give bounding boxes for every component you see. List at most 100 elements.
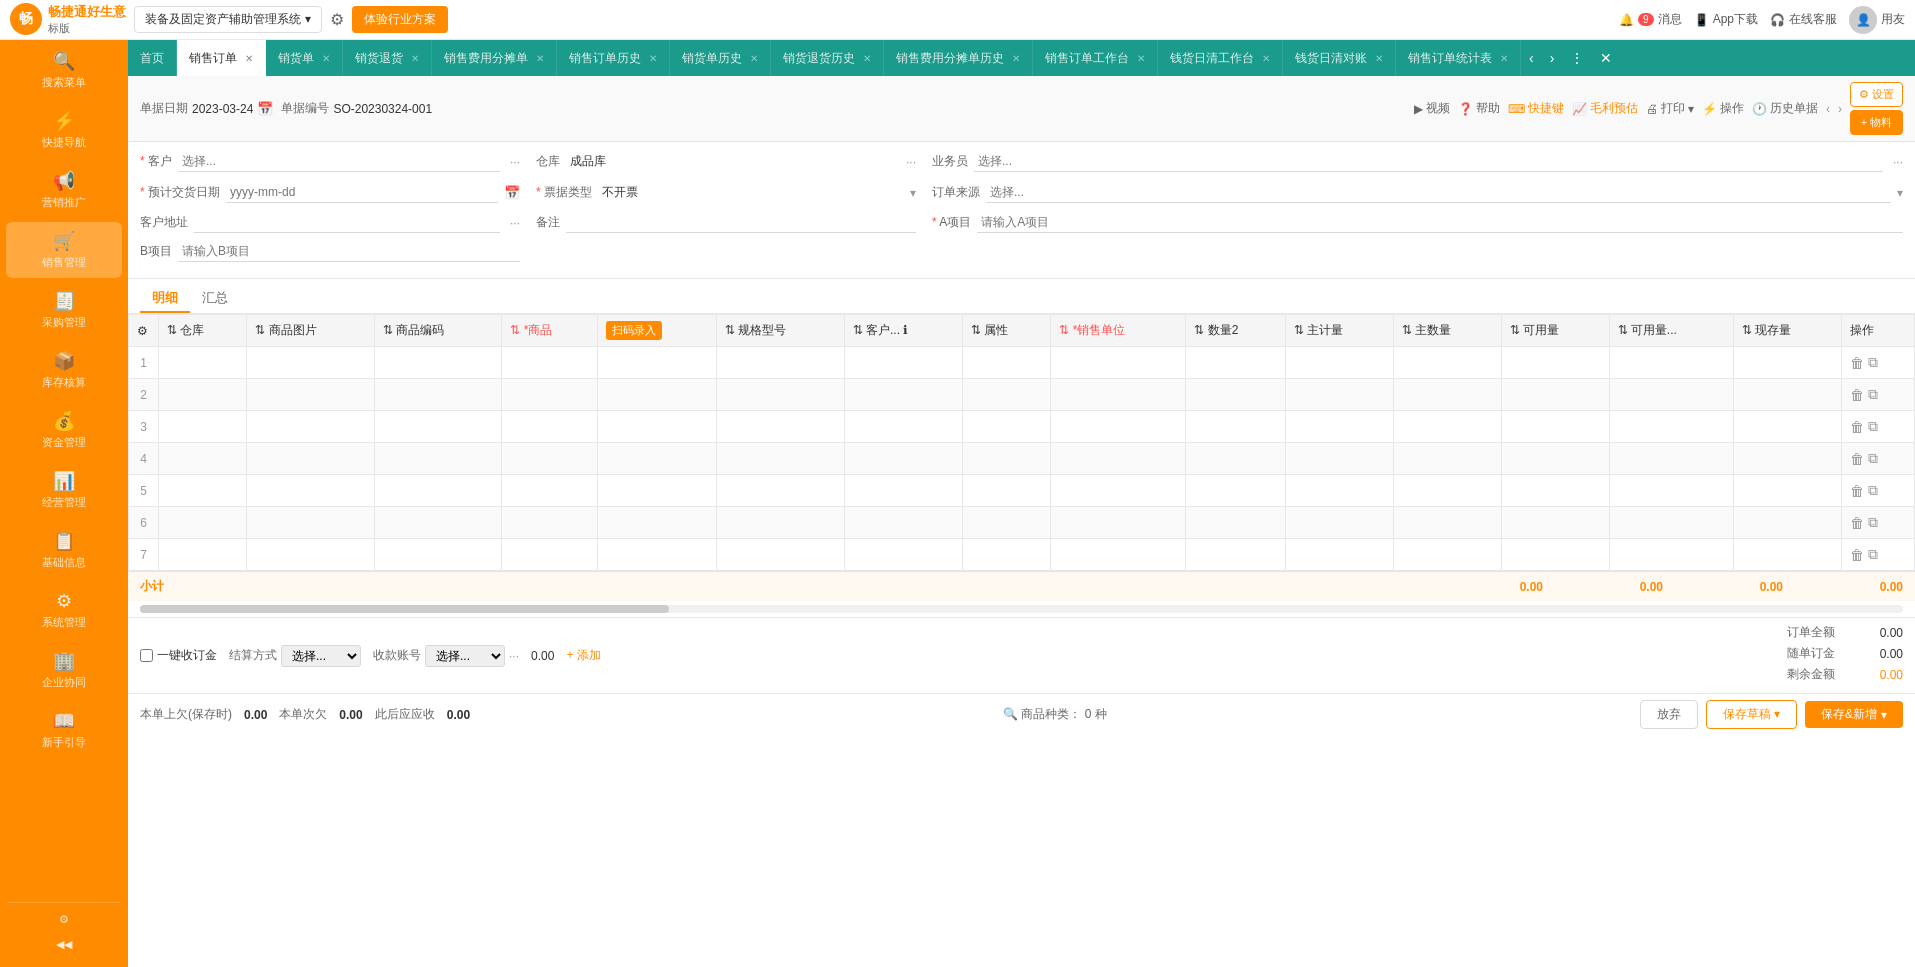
sidebar-item-search[interactable]: 🔍 搜索菜单 [6, 42, 122, 98]
sidebar-item-quick-nav[interactable]: ⚡ 快捷导航 [6, 102, 122, 158]
row-5-main-unit[interactable] [1285, 475, 1393, 507]
tab-summary[interactable]: 汇总 [190, 285, 240, 313]
th-spec[interactable]: ⇅ 规格型号 [717, 315, 844, 347]
row-3-main-unit[interactable] [1285, 411, 1393, 443]
row-3-product[interactable] [502, 411, 598, 443]
row-7-main-qty[interactable] [1393, 539, 1501, 571]
order-source-arrow[interactable]: ▾ [1897, 186, 1903, 200]
tab-menu-btn[interactable]: ⋮ [1562, 50, 1592, 66]
row-2-main-unit[interactable] [1285, 379, 1393, 411]
delivery-date-input[interactable] [226, 182, 498, 203]
row-5-delete-btn[interactable]: 🗑 [1850, 482, 1864, 499]
row-6-code[interactable] [374, 507, 501, 539]
print-action[interactable]: 🖨 打印 ▾ [1646, 100, 1694, 117]
sidebar-settings-btn[interactable]: ⚙ [0, 907, 128, 932]
th-current[interactable]: ⇅ 现存量 [1733, 315, 1841, 347]
profit-action[interactable]: 📈 毛利预估 [1572, 100, 1638, 117]
row-7-available[interactable] [1501, 539, 1609, 571]
row-6-customer-code[interactable] [844, 507, 962, 539]
row-1-copy-btn[interactable]: ⧉ [1868, 354, 1878, 371]
calendar-icon[interactable]: 📅 [257, 101, 273, 116]
row-2-image[interactable] [247, 379, 374, 411]
product-count-icon[interactable]: 🔍 [1003, 707, 1018, 721]
row-1-spec[interactable] [717, 347, 844, 379]
row-2-delete-btn[interactable]: 🗑 [1850, 386, 1864, 403]
row-5-attr[interactable] [962, 475, 1050, 507]
row-4-qty2[interactable] [1186, 443, 1285, 475]
add-payment-btn[interactable]: + 添加 [566, 647, 600, 664]
tab-sales-order-history[interactable]: 销售订单历史 ✕ [557, 40, 670, 76]
row-7-delete-btn[interactable]: 🗑 [1850, 546, 1864, 563]
row-4-unit[interactable] [1051, 443, 1186, 475]
row-3-warehouse[interactable] [159, 411, 247, 443]
tab-cash-workbench-close[interactable]: ✕ [1262, 53, 1270, 64]
notification-btn[interactable]: 🔔 9 消息 [1619, 11, 1682, 28]
row-3-image[interactable] [247, 411, 374, 443]
tab-detail[interactable]: 明细 [140, 285, 190, 313]
sidebar-item-company[interactable]: 🏢 企业协同 [6, 642, 122, 698]
row-4-spec[interactable] [717, 443, 844, 475]
customer-input[interactable] [178, 151, 500, 172]
row-2-attr[interactable] [962, 379, 1050, 411]
row-3-attr[interactable] [962, 411, 1050, 443]
tab-expense-history-close[interactable]: ✕ [1012, 53, 1020, 64]
tab-sales-stats-close[interactable]: ✕ [1500, 53, 1508, 64]
date-value[interactable]: 2023-03-24 [192, 102, 253, 116]
row-3-customer-code[interactable] [844, 411, 962, 443]
row-7-spec[interactable] [717, 539, 844, 571]
row-1-main-qty[interactable] [1393, 347, 1501, 379]
row-7-product[interactable] [502, 539, 598, 571]
discard-btn[interactable]: 放弃 [1640, 700, 1698, 729]
help-action[interactable]: ❓ 帮助 [1458, 100, 1500, 117]
row-1-available[interactable] [1501, 347, 1609, 379]
add-material-btn[interactable]: + 物料 [1850, 110, 1903, 135]
view-action[interactable]: ▶ 视频 [1414, 100, 1450, 117]
row-6-delete-btn[interactable]: 🗑 [1850, 514, 1864, 531]
sidebar-item-marketing[interactable]: 📢 营销推广 [6, 162, 122, 218]
row-7-available2[interactable] [1609, 539, 1733, 571]
row-7-scan[interactable] [598, 539, 717, 571]
th-settings[interactable]: ⚙ [129, 315, 159, 347]
toolbar-nav-prev[interactable]: ‹ [1826, 102, 1830, 116]
tab-delivery-history[interactable]: 销货单历史 ✕ [670, 40, 771, 76]
row-6-qty2[interactable] [1186, 507, 1285, 539]
row-2-copy-btn[interactable]: ⧉ [1868, 386, 1878, 403]
a-project-input[interactable] [977, 212, 1903, 233]
row-6-warehouse[interactable] [159, 507, 247, 539]
row-6-attr[interactable] [962, 507, 1050, 539]
row-3-qty2[interactable] [1186, 411, 1285, 443]
tab-return-history-close[interactable]: ✕ [863, 53, 871, 64]
row-4-current[interactable] [1733, 443, 1841, 475]
row-6-current[interactable] [1733, 507, 1841, 539]
row-1-product[interactable] [502, 347, 598, 379]
row-5-current[interactable] [1733, 475, 1841, 507]
row-2-code[interactable] [374, 379, 501, 411]
row-1-unit[interactable] [1051, 347, 1186, 379]
row-2-unit[interactable] [1051, 379, 1186, 411]
operation-action[interactable]: ⚡ 操作 [1702, 100, 1744, 117]
tab-order-workbench[interactable]: 销售订单工作台 ✕ [1033, 40, 1158, 76]
row-2-main-qty[interactable] [1393, 379, 1501, 411]
tab-sales-delivery[interactable]: 销货单 ✕ [266, 40, 343, 76]
row-1-warehouse[interactable] [159, 347, 247, 379]
industry-btn[interactable]: 体验行业方案 [352, 6, 448, 33]
tab-order-workbench-close[interactable]: ✕ [1137, 53, 1145, 64]
row-5-customer-code[interactable] [844, 475, 962, 507]
row-5-unit[interactable] [1051, 475, 1186, 507]
row-4-delete-btn[interactable]: 🗑 [1850, 450, 1864, 467]
row-2-current[interactable] [1733, 379, 1841, 411]
tab-close-all-btn[interactable]: ✕ [1592, 50, 1620, 66]
row-4-product[interactable] [502, 443, 598, 475]
row-4-attr[interactable] [962, 443, 1050, 475]
row-2-product[interactable] [502, 379, 598, 411]
row-3-available2[interactable] [1609, 411, 1733, 443]
row-2-qty2[interactable] [1186, 379, 1285, 411]
row-4-customer-code[interactable] [844, 443, 962, 475]
row-1-code[interactable] [374, 347, 501, 379]
th-unit[interactable]: ⇅ *销售单位 [1051, 315, 1186, 347]
row-7-warehouse[interactable] [159, 539, 247, 571]
tab-cash-reconcile[interactable]: 钱货日清对账 ✕ [1283, 40, 1396, 76]
row-4-available[interactable] [1501, 443, 1609, 475]
row-1-main-unit[interactable] [1285, 347, 1393, 379]
tab-next-btn[interactable]: › [1542, 50, 1563, 66]
